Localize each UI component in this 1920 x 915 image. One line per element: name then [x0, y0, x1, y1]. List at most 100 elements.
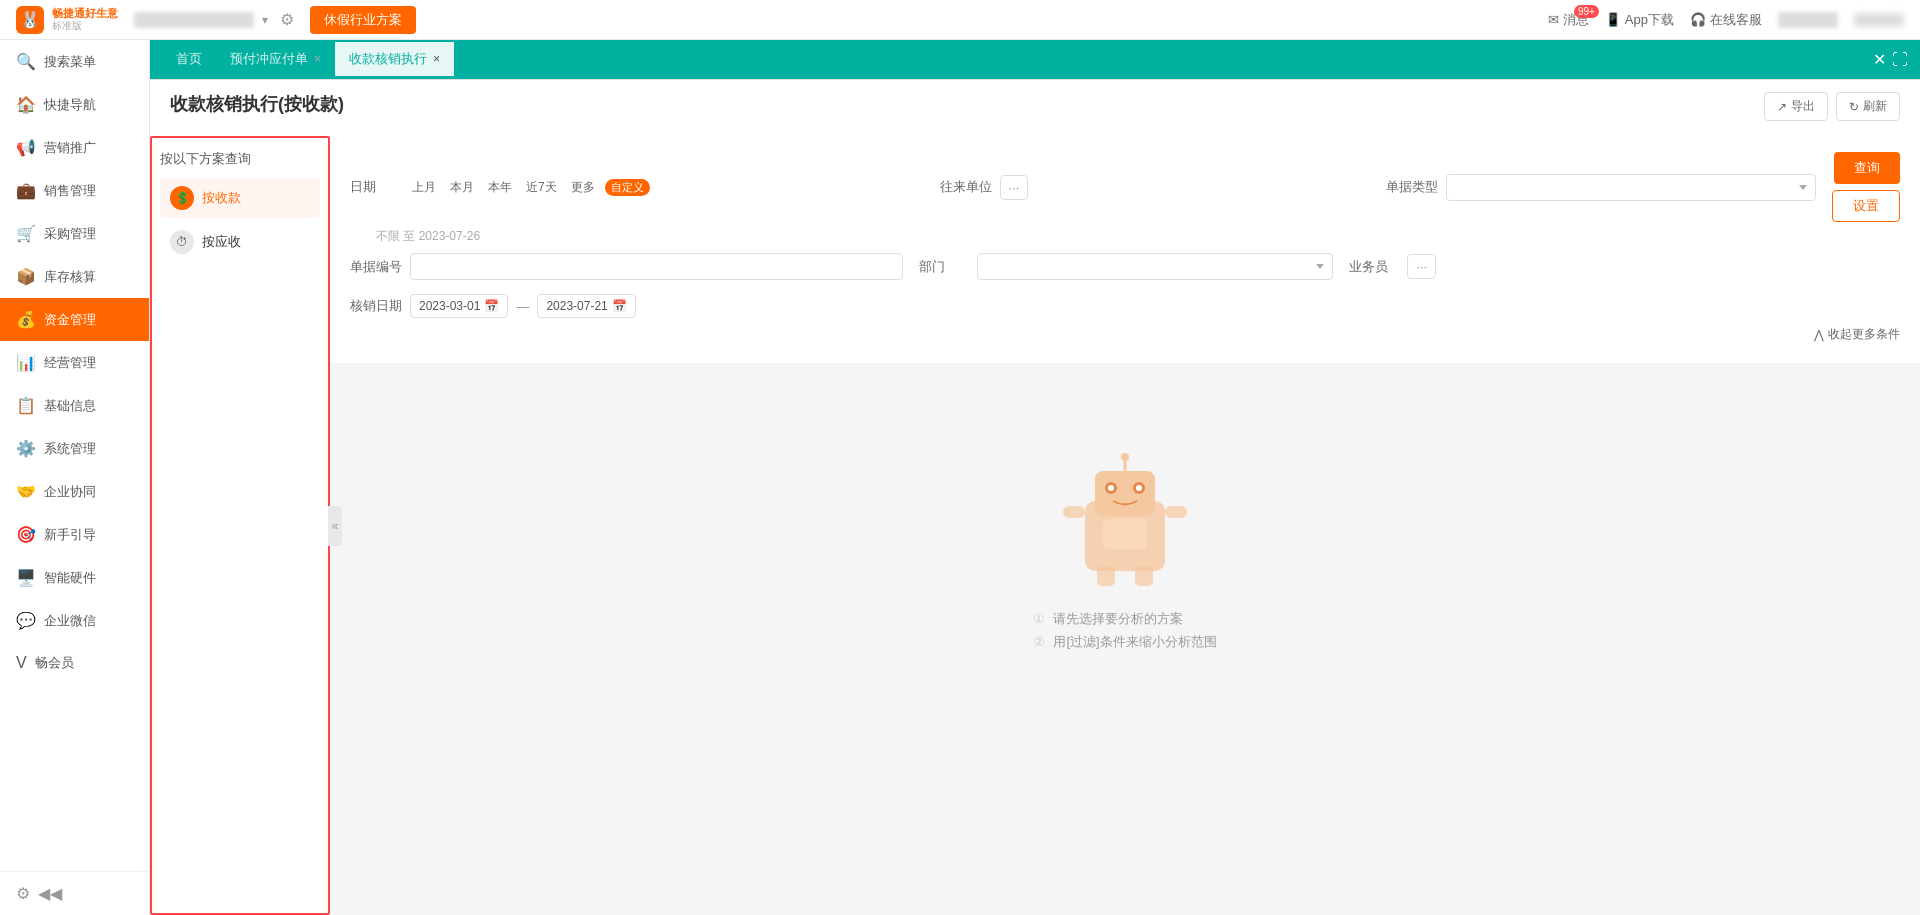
search-menu-icon: 🔍	[16, 52, 36, 71]
sidebar-item-label: 系统管理	[44, 440, 96, 458]
doc-type-group: 单据类型	[1386, 174, 1816, 201]
hint-item-2: ② 用[过滤]条件来缩小分析范围	[1033, 630, 1216, 653]
sidebar-settings-icon[interactable]: ⚙	[16, 884, 30, 903]
writeoff-start-value: 2023-03-01	[419, 299, 480, 313]
online-service-button[interactable]: 🎧 在线客服	[1690, 11, 1762, 29]
export-icon: ↗	[1777, 100, 1787, 114]
sidebar-item-operation[interactable]: 📊 经营管理	[0, 341, 149, 384]
tab-receipt[interactable]: 收款核销执行 ×	[335, 42, 454, 78]
sidebar-item-finance[interactable]: 💰 资金管理	[0, 298, 149, 341]
sidebar-item-inventory[interactable]: 📦 库存核算	[0, 255, 149, 298]
sidebar-item-purchase[interactable]: 🛒 采购管理	[0, 212, 149, 255]
tab-receipt-label: 收款核销执行	[349, 50, 427, 68]
writeoff-start-date-input[interactable]: 2023-03-01 📅	[410, 294, 508, 318]
sidebar-item-member[interactable]: V 畅会员	[0, 642, 149, 684]
sidebar-item-label: 库存核算	[44, 268, 96, 286]
date-btn-this-year[interactable]: 本年	[484, 177, 516, 198]
unlimit-label: 不限 至 2023-07-26	[376, 228, 1900, 245]
staff-ellipsis-button[interactable]: ···	[1407, 254, 1436, 279]
counterpart-ellipsis-button[interactable]: ···	[1000, 175, 1029, 200]
doc-no-label: 单据编号	[350, 258, 402, 276]
tab-prepay[interactable]: 预付冲应付单 ×	[216, 42, 335, 78]
solution-button[interactable]: 休假行业方案	[310, 6, 416, 34]
date-btn-more[interactable]: 更多	[567, 177, 599, 198]
tab-prepay-label: 预付冲应付单	[230, 50, 308, 68]
doc-no-input[interactable]	[410, 253, 903, 280]
sidebar-item-label: 营销推广	[44, 139, 96, 157]
query-button[interactable]: 查询	[1834, 152, 1900, 184]
layout: 🔍 搜索菜单 🏠 快捷导航 📢 营销推广 💼 销售管理 🛒 采购管理 📦 库存核…	[0, 40, 1920, 915]
filter-item-by-receivable[interactable]: ⏱ 按应收	[160, 222, 320, 262]
date-btn-last-month[interactable]: 上月	[408, 177, 440, 198]
filter-item-by-receipt[interactable]: 💲 按收款	[160, 178, 320, 218]
sidebar-item-basic[interactable]: 📋 基础信息	[0, 384, 149, 427]
topbar-right: ✉ 消息 99+ 📱 App下载 🎧 在线客服	[1548, 11, 1904, 29]
sidebar-item-label: 资金管理	[44, 311, 96, 329]
filter-panel: 按以下方案查询 💲 按收款 ⏱ 按应收 «	[150, 136, 330, 915]
tab-receipt-close-icon[interactable]: ×	[433, 52, 440, 66]
message-button[interactable]: ✉ 消息 99+	[1548, 11, 1589, 29]
collapse-more-button[interactable]: ⋀ 收起更多条件	[350, 322, 1900, 347]
date-custom-badge[interactable]: 自定义	[605, 179, 650, 196]
sidebar-item-marketing[interactable]: 📢 营销推广	[0, 126, 149, 169]
page-actions: ↗ 导出 ↻ 刷新	[1764, 92, 1900, 121]
svg-rect-10	[1097, 566, 1115, 586]
tabbar-actions: ✕ ⛶	[1873, 50, 1908, 69]
dept-label: 部门	[919, 258, 969, 276]
svg-rect-9	[1165, 506, 1187, 518]
dropdown-arrow-icon[interactable]: ▾	[262, 13, 268, 27]
sidebar-collapse-icon[interactable]: ◀◀	[38, 884, 62, 903]
sales-icon: 💼	[16, 181, 36, 200]
settings-gear-icon[interactable]: ⚙	[280, 10, 294, 29]
dept-select[interactable]	[977, 253, 1334, 280]
app-download-button[interactable]: 📱 App下载	[1605, 11, 1674, 29]
writeoff-date-group: 核销日期 2023-03-01 📅 — 2023-07-21 📅	[350, 294, 909, 318]
filter-item-label: 按收款	[202, 189, 241, 207]
sidebar-item-system[interactable]: ⚙️ 系统管理	[0, 427, 149, 470]
sidebar-item-hardware[interactable]: 🖥️ 智能硬件	[0, 556, 149, 599]
app-logo: 🐰	[16, 6, 44, 34]
tab-prepay-close-icon[interactable]: ×	[314, 52, 321, 66]
user-avatar-blurred	[1778, 12, 1838, 28]
hint2-text: 用[过滤]条件来缩小分析范围	[1053, 630, 1216, 653]
writeoff-end-date-input[interactable]: 2023-07-21 📅	[537, 294, 635, 318]
collapse-left-icon: «	[332, 519, 339, 533]
tab-home[interactable]: 首页	[162, 42, 216, 78]
date-group: 日期 上月 本月 本年 近7天 更多 自定义	[350, 177, 924, 198]
export-button[interactable]: ↗ 导出	[1764, 92, 1828, 121]
svg-point-4	[1108, 485, 1114, 491]
sidebar-item-cooperation[interactable]: 🤝 企业协同	[0, 470, 149, 513]
tab-close-all-icon[interactable]: ✕	[1873, 50, 1886, 69]
sidebar-item-quicknav[interactable]: 🏠 快捷导航	[0, 83, 149, 126]
calendar-icon-2: 📅	[612, 299, 627, 313]
counterpart-group: 往来单位 ···	[940, 175, 1370, 200]
hint1-text: 请先选择要分析的方案	[1053, 607, 1183, 630]
date-btn-7days[interactable]: 近7天	[522, 177, 561, 198]
tab-maximize-icon[interactable]: ⛶	[1892, 51, 1908, 69]
filter-collapse-button[interactable]: «	[328, 506, 342, 546]
staff-label: 业务员	[1349, 258, 1399, 276]
search-area: 日期 上月 本月 本年 近7天 更多 自定义 往来单位	[330, 136, 1920, 915]
date-btn-this-month[interactable]: 本月	[446, 177, 478, 198]
system-icon: ⚙️	[16, 439, 36, 458]
sidebar-item-search[interactable]: 🔍 搜索菜单	[0, 40, 149, 83]
section-wrapper: 按以下方案查询 💲 按收款 ⏱ 按应收 «	[150, 136, 1920, 915]
message-badge: 99+	[1574, 5, 1599, 18]
refresh-button[interactable]: ↻ 刷新	[1836, 92, 1900, 121]
empty-illustration	[1045, 451, 1205, 591]
sidebar-item-label: 智能硬件	[44, 569, 96, 587]
form-row-2: 单据编号 部门 业务员 ···	[350, 253, 1900, 280]
cooperation-icon: 🤝	[16, 482, 36, 501]
user-name-blurred	[1854, 13, 1904, 27]
guide-icon: 🎯	[16, 525, 36, 544]
sidebar-item-wechat[interactable]: 💬 企业微信	[0, 599, 149, 642]
filter-title: 按以下方案查询	[160, 150, 320, 168]
doc-type-select[interactable]	[1446, 174, 1816, 201]
writeoff-date-label: 核销日期	[350, 297, 402, 315]
chevron-up-icon: ⋀	[1814, 328, 1824, 342]
sidebar-item-sales[interactable]: 💼 销售管理	[0, 169, 149, 212]
member-icon: V	[16, 654, 27, 672]
setting-button[interactable]: 设置	[1832, 190, 1900, 222]
by-receivable-icon: ⏱	[170, 230, 194, 254]
sidebar-item-guide[interactable]: 🎯 新手引导	[0, 513, 149, 556]
